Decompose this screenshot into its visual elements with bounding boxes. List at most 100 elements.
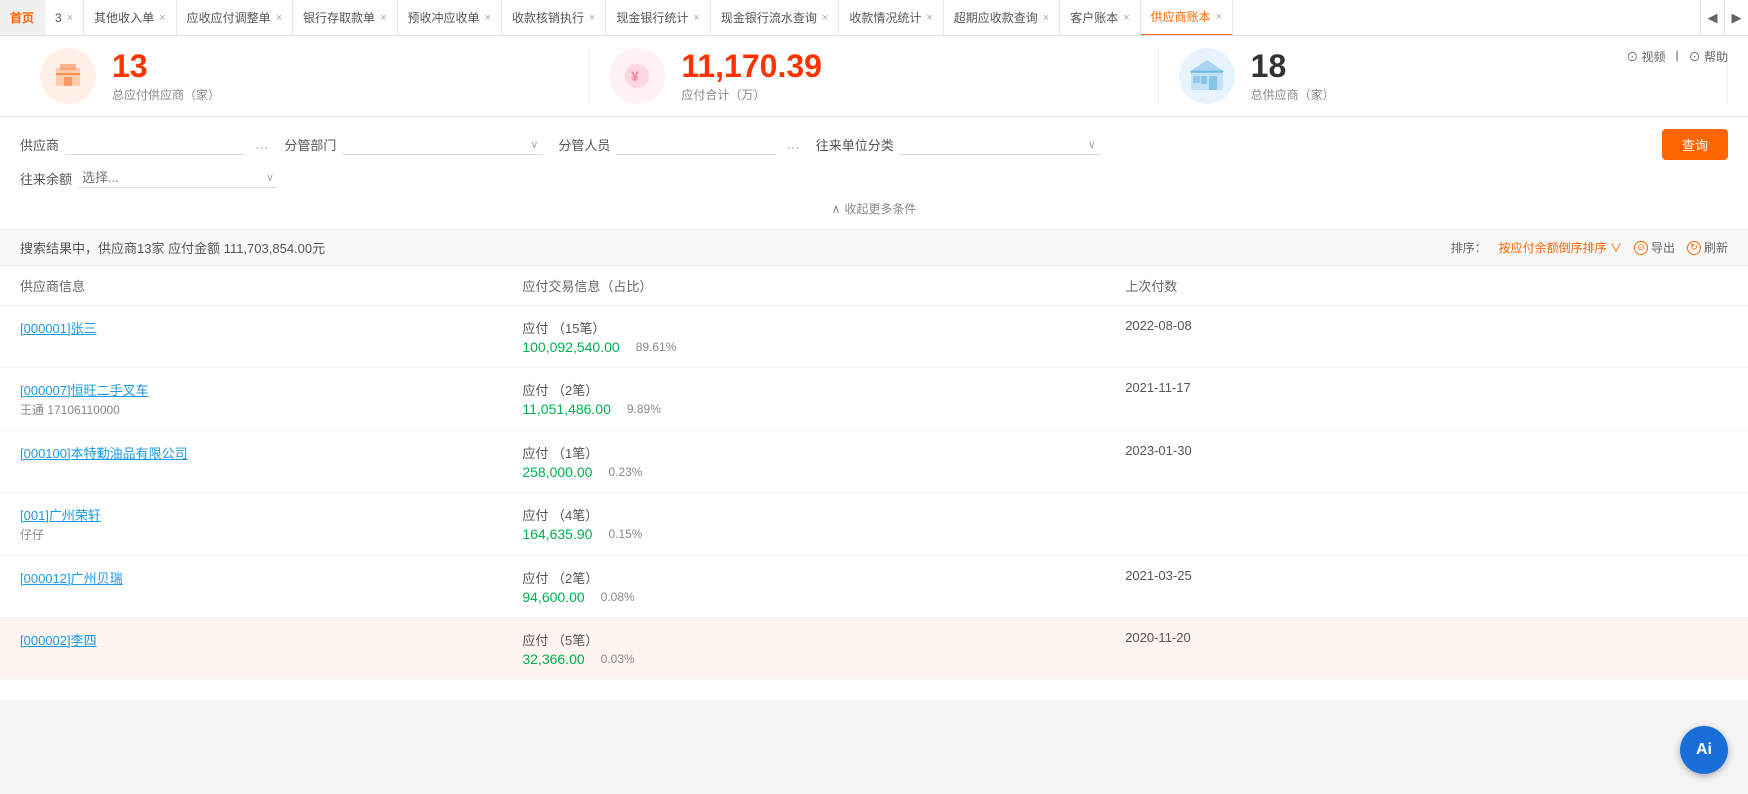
nav-tab-3[interactable]: 3 × [45, 0, 84, 36]
nav-cash-bank-flow-close[interactable]: × [822, 12, 828, 24]
category-input[interactable] [900, 135, 1084, 154]
supplier-link-5[interactable]: [000002]李四 [20, 633, 97, 648]
supplier-label: 供应商 [20, 135, 59, 154]
vendors-payable-number: 13 [112, 50, 220, 82]
nav-receipt-stat-close[interactable]: × [926, 12, 932, 24]
summary-icon-vendors [40, 48, 96, 104]
nav-vendor-ledger[interactable]: 供应商账本 × [1141, 0, 1233, 36]
refresh-button[interactable]: ↻ 刷新 [1687, 239, 1728, 256]
supplier-input[interactable] [65, 135, 245, 155]
balance-input[interactable] [78, 168, 262, 187]
trans-amount-3[interactable]: 164,635.90 [522, 526, 592, 542]
category-arrow-icon[interactable]: ∨ [1084, 138, 1100, 151]
trans-type-1: 应付 （2笔） [522, 380, 1125, 399]
supplier-link-2[interactable]: [000100]本特勤油品有限公司 [20, 446, 188, 461]
nav-cash-bank-stat[interactable]: 现金银行统计 × [606, 0, 710, 36]
nav-advance-ar-close[interactable]: × [485, 12, 491, 24]
balance-arrow-icon[interactable]: ∨ [262, 171, 278, 184]
trans-row-0: 100,092,540.00 89.61% [522, 339, 1125, 355]
nav-cash-bank-flow[interactable]: 现金银行流水查询 × [711, 0, 839, 36]
supplier-info-1: [000007]恒旺二手叉车 王通 17106110000 [20, 380, 522, 418]
nav-vendor-ledger-label: 供应商账本 [1151, 8, 1211, 25]
trans-amount-1[interactable]: 11,051,486.00 [522, 401, 611, 417]
header-lastpay: 上次付数 [1125, 276, 1527, 295]
table-row: [000001]张三 应付 （15笔） 100,092,540.00 89.61… [0, 306, 1748, 368]
nav-receipt-stat[interactable]: 收款情况统计 × [839, 0, 943, 36]
lastpay-date: 2022-08-08 [1125, 318, 1192, 333]
help-link[interactable]: ⊙ 帮助 [1689, 48, 1728, 65]
top-navigation: 首页 3 × 其他收入单 × 应收应付调整单 × 银行存取款单 × 预收冲应收单… [0, 0, 1748, 36]
nav-tab-3-label: 3 [55, 11, 62, 25]
nav-ar-ap-adjust[interactable]: 应收应付调整单 × [177, 0, 293, 36]
trans-amount-5[interactable]: 32,366.00 [522, 651, 584, 667]
video-link[interactable]: ⊙ 视频 [1626, 48, 1665, 65]
trans-pct-5: 0.03% [601, 652, 635, 666]
supplier-link-3[interactable]: [001]广州荣轩 [20, 508, 101, 523]
nav-ar-ap-adjust-close[interactable]: × [276, 12, 282, 24]
trans-pct-3: 0.15% [608, 527, 642, 541]
summary-card-payable-total: ¥ 11,170.39 应付合计（万） [589, 48, 1158, 104]
trans-type-5: 应付 （5笔） [522, 630, 1125, 649]
nav-cash-bank-stat-close[interactable]: × [693, 12, 699, 24]
supplier-link-4[interactable]: [000012]广州贝瑞 [20, 571, 123, 586]
nav-customer-ledger[interactable]: 客户账本 × [1060, 0, 1140, 36]
filter-row-2: 往来余额 ∨ [20, 168, 1728, 188]
lastpay-cell-5: 2020-11-20 [1125, 630, 1527, 645]
nav-tab-3-close[interactable]: × [67, 12, 73, 24]
nav-customer-ledger-close[interactable]: × [1123, 12, 1129, 24]
lastpay-date: 2020-11-20 [1125, 630, 1191, 645]
ai-badge[interactable]: Ai [1680, 726, 1728, 774]
dept-input[interactable] [342, 135, 526, 154]
filter-balance: 往来余额 ∨ [20, 168, 278, 188]
nav-overdue-ar-close[interactable]: × [1043, 12, 1049, 24]
results-bar: 搜索结果中，供应商13家 应付金额 111,703,854.00元 排序： 按应… [0, 230, 1748, 266]
results-summary: 搜索结果中，供应商13家 应付金额 111,703,854.00元 [20, 238, 325, 257]
nav-next-button[interactable]: ▶ [1724, 0, 1748, 36]
total-vendors-number: 18 [1251, 50, 1335, 82]
nav-prev-button[interactable]: ◀ [1700, 0, 1724, 36]
summary-text-total-vendors: 18 总供应商（家） [1251, 50, 1335, 103]
trans-amount-2[interactable]: 258,000.00 [522, 464, 592, 480]
nav-advance-ar[interactable]: 预收冲应收单 × [398, 0, 502, 36]
trans-pct-1: 9.89% [627, 402, 661, 416]
trans-row-2: 258,000.00 0.23% [522, 464, 1125, 480]
supplier-dots[interactable]: ... [255, 136, 268, 154]
trans-row-4: 94,600.00 0.08% [522, 589, 1125, 605]
nav-receipt-exec-close[interactable]: × [589, 12, 595, 24]
nav-other-income-close[interactable]: × [159, 12, 165, 24]
dept-label: 分管部门 [284, 135, 336, 154]
nav-customer-ledger-label: 客户账本 [1070, 9, 1118, 26]
trans-amount-4[interactable]: 94,600.00 [522, 589, 584, 605]
person-input[interactable] [616, 135, 776, 155]
supplier-link-0[interactable]: [000001]张三 [20, 321, 97, 336]
collapse-button[interactable]: ∧ 收起更多条件 [20, 196, 1728, 221]
export-button[interactable]: ⊙ 导出 [1634, 239, 1675, 256]
supplier-link-1[interactable]: [000007]恒旺二手叉车 [20, 383, 149, 398]
nav-bank-deposit-close[interactable]: × [380, 12, 386, 24]
nav-receipt-exec-label: 收款核销执行 [512, 9, 584, 26]
trans-amount-0[interactable]: 100,092,540.00 [522, 339, 619, 355]
person-dots[interactable]: ... [786, 136, 799, 154]
table-row: [000007]恒旺二手叉车 王通 17106110000 应付 （2笔） 11… [0, 368, 1748, 431]
payable-total-number: 11,170.39 [681, 50, 822, 82]
results-right: 排序： 按应付余额倒序排序 ∨ ⊙ 导出 ↻ 刷新 [1451, 239, 1728, 256]
sort-value[interactable]: 按应付余额倒序排序 ∨ [1499, 239, 1622, 256]
nav-vendor-ledger-close[interactable]: × [1216, 11, 1222, 23]
nav-receipt-exec[interactable]: 收款核销执行 × [502, 0, 606, 36]
trans-type-2: 应付 （1笔） [522, 443, 1125, 462]
summary-text-payable-total: 11,170.39 应付合计（万） [681, 50, 822, 103]
nav-overdue-ar[interactable]: 超期应收款查询 × [944, 0, 1060, 36]
nav-other-income[interactable]: 其他收入单 × [84, 0, 176, 36]
supplier-sub: 王通 17106110000 [20, 401, 522, 418]
lastpay-cell-2: 2023-01-30 [1125, 443, 1527, 458]
supplier-info-4: [000012]广州贝瑞 [20, 568, 522, 587]
query-button[interactable]: 查询 [1662, 129, 1728, 160]
lastpay-date: 2023-01-30 [1125, 443, 1192, 458]
nav-home[interactable]: 首页 [0, 0, 45, 36]
table-row: [000012]广州贝瑞 应付 （2笔） 94,600.00 0.08% 202… [0, 556, 1748, 618]
dept-arrow-icon[interactable]: ∨ [526, 138, 542, 151]
lastpay-cell-0: 2022-08-08 [1125, 318, 1527, 333]
nav-bank-deposit[interactable]: 银行存取款单 × [293, 0, 397, 36]
transaction-cell-0: 应付 （15笔） 100,092,540.00 89.61% [522, 318, 1125, 355]
summary-card-vendors-payable: 13 总应付供应商（家） [20, 48, 589, 104]
